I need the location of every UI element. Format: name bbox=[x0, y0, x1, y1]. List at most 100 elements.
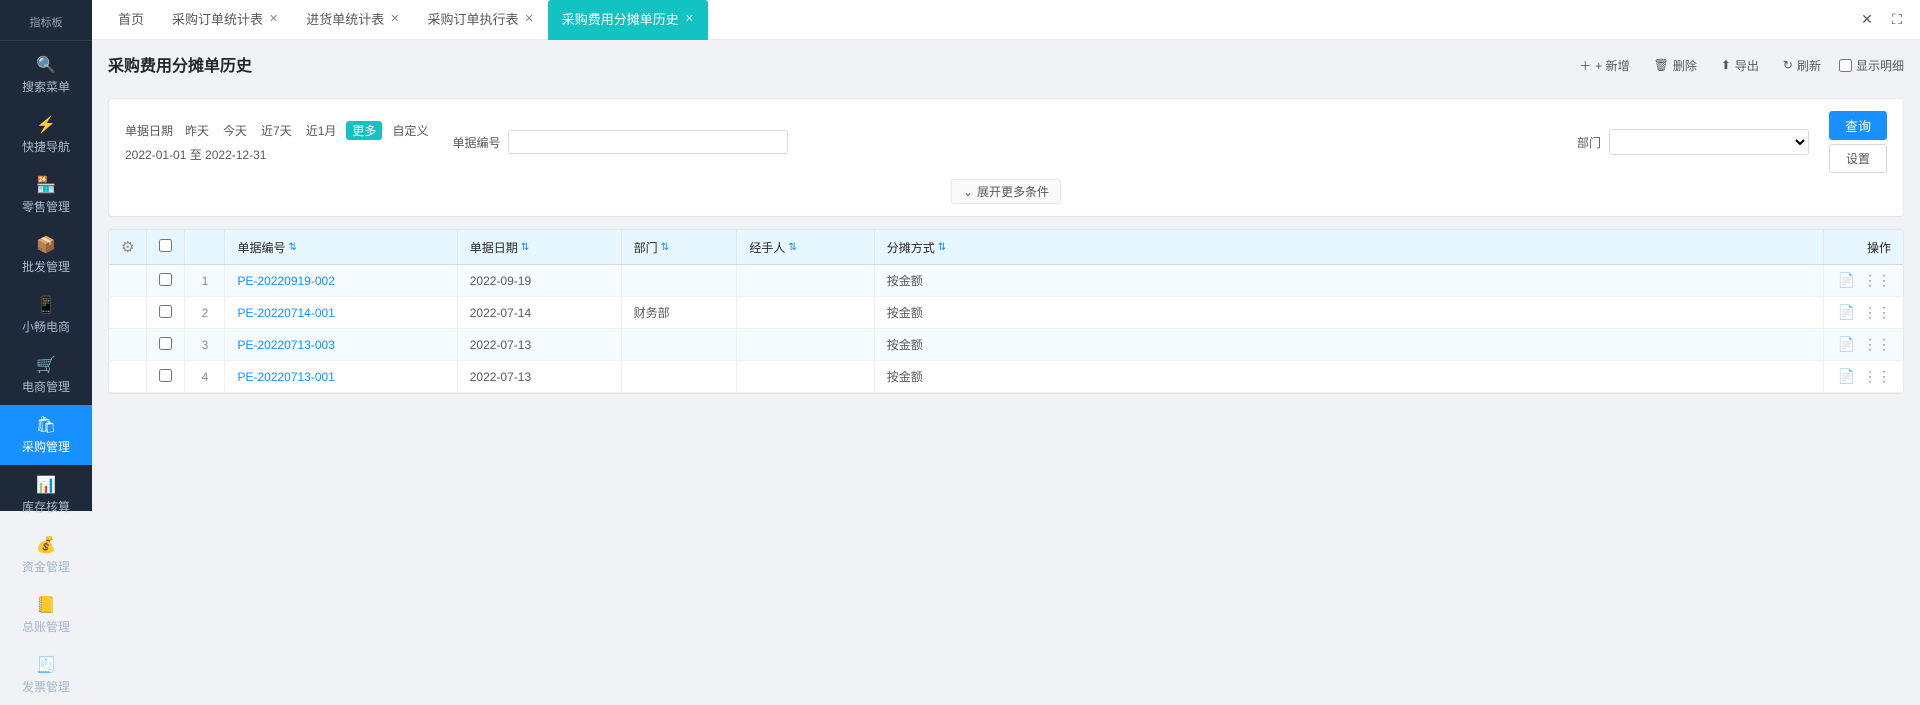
add-button[interactable]: ＋ + 新增 bbox=[1573, 53, 1635, 78]
view-icon[interactable]: 📄 bbox=[1838, 336, 1855, 353]
sidebar-item-label: 电商管理 bbox=[22, 378, 70, 395]
th-checkbox bbox=[147, 230, 185, 265]
query-button[interactable]: 查询 bbox=[1829, 111, 1887, 140]
row-checkbox[interactable] bbox=[159, 337, 172, 350]
row-checkbox-cell[interactable] bbox=[147, 361, 185, 393]
more-ops-icon[interactable]: ⋮⋮ bbox=[1863, 368, 1891, 385]
view-icon[interactable]: 📄 bbox=[1838, 304, 1855, 321]
view-icon[interactable]: 📄 bbox=[1838, 368, 1855, 385]
dept-select[interactable]: 财务部 bbox=[1609, 129, 1809, 155]
custom-date-btn[interactable]: 自定义 bbox=[388, 121, 432, 140]
tab-close-icon[interactable]: ✕ bbox=[269, 12, 278, 25]
table-row: 4 PE-20220713-001 2022-07-13 按金额 📄 ⋮⋮ bbox=[109, 361, 1903, 393]
main-area: 首页 采购订单统计表 ✕ 进货单统计表 ✕ 采购订单执行表 ✕ 采购费用分摊单历… bbox=[92, 0, 1920, 511]
tab-purchase-receipt-stats[interactable]: 进货单统计表 ✕ bbox=[292, 0, 413, 40]
tab-close-icon[interactable]: ✕ bbox=[390, 12, 399, 25]
sidebar-item-ecommerce[interactable]: 🛒 电商管理 bbox=[0, 345, 92, 405]
sidebar-item-mini-shop[interactable]: 📱 小畅电商 bbox=[0, 285, 92, 345]
more-ops-icon[interactable]: ⋮⋮ bbox=[1863, 336, 1891, 353]
sidebar-item-label: 搜索菜单 bbox=[22, 78, 70, 95]
tab-bar: 首页 采购订单统计表 ✕ 进货单统计表 ✕ 采购订单执行表 ✕ 采购费用分摊单历… bbox=[92, 0, 1920, 40]
tab-purchase-order-exec[interactable]: 采购订单执行表 ✕ bbox=[413, 0, 547, 40]
column-settings-icon[interactable]: ⚙ bbox=[121, 239, 134, 256]
sidebar-item-wholesale[interactable]: 📦 批发管理 bbox=[0, 225, 92, 285]
sidebar-item-finance[interactable]: 💰 资金管理 bbox=[0, 525, 92, 585]
yesterday-btn[interactable]: 昨天 bbox=[181, 121, 213, 140]
sidebar-item-invoice[interactable]: 🧾 发票管理 bbox=[0, 645, 92, 705]
add-icon: ＋ bbox=[1579, 57, 1591, 74]
sidebar-item-label: 采购管理 bbox=[22, 438, 70, 455]
th-doc-date-label: 单据日期 bbox=[470, 239, 518, 256]
th-doc-no-label: 单据编号 bbox=[237, 239, 285, 256]
fullscreen-button[interactable]: ⛶ bbox=[1886, 9, 1908, 31]
row-handler bbox=[737, 329, 874, 361]
row-dept: 财务部 bbox=[621, 297, 737, 329]
th-split-method-label: 分摊方式 bbox=[887, 239, 935, 256]
tab-purchase-order-stats[interactable]: 采购订单统计表 ✕ bbox=[158, 0, 292, 40]
row-checkbox[interactable] bbox=[159, 369, 172, 382]
row-number: 3 bbox=[185, 329, 225, 361]
display-cols-toggle[interactable]: 显示明细 bbox=[1839, 57, 1904, 74]
sidebar-item-label: 总账管理 bbox=[22, 618, 70, 635]
sidebar-item-search[interactable]: 🔍 搜索菜单 bbox=[0, 45, 92, 105]
export-button[interactable]: ⬆ 导出 bbox=[1715, 53, 1765, 78]
expand-filter-button[interactable]: ⌄ 展开更多条件 bbox=[951, 179, 1061, 204]
today-btn[interactable]: 今天 bbox=[219, 121, 251, 140]
sidebar-item-quick-nav[interactable]: ⚡ 快捷导航 bbox=[0, 105, 92, 165]
page-title: 采购费用分摊单历史 bbox=[108, 52, 252, 76]
sidebar-item-label: 小畅电商 bbox=[22, 318, 70, 335]
content-area: 采购费用分摊单历史 ＋ + 新增 🗑 删除 ⬆ 导出 ↻ 刷新 bbox=[92, 40, 1920, 511]
sort-icon: ⇅ bbox=[788, 242, 796, 253]
ecommerce-icon: 🛒 bbox=[36, 355, 56, 375]
row-ops-cell: 📄 ⋮⋮ bbox=[1823, 361, 1903, 393]
more-dates-btn[interactable]: 更多 bbox=[346, 121, 382, 140]
table-body: 1 PE-20220919-002 2022-09-19 按金额 📄 ⋮⋮ 2 … bbox=[109, 265, 1903, 393]
doc-no-input[interactable] bbox=[508, 130, 788, 154]
tab-home[interactable]: 首页 bbox=[104, 0, 158, 40]
display-cols-label: 显示明细 bbox=[1856, 57, 1904, 74]
sidebar-item-purchase[interactable]: 🛍 采购管理 bbox=[0, 405, 92, 465]
sidebar-item-inventory[interactable]: 📊 库存核算 bbox=[0, 465, 92, 525]
doc-no-link[interactable]: PE-20220714-001 bbox=[237, 306, 334, 320]
row-number: 4 bbox=[185, 361, 225, 393]
more-ops-icon[interactable]: ⋮⋮ bbox=[1863, 272, 1891, 289]
tab-close-icon[interactable]: ✕ bbox=[525, 12, 534, 25]
sidebar-item-ledger[interactable]: 📒 总账管理 bbox=[0, 585, 92, 645]
filter-row-1: 单据日期 昨天 今天 近7天 近1月 更多 自定义 2022-01-01 至 2… bbox=[125, 111, 1887, 173]
close-all-tabs-button[interactable]: ✕ bbox=[1856, 9, 1878, 31]
last1month-btn[interactable]: 近1月 bbox=[302, 121, 341, 140]
doc-no-link[interactable]: PE-20220919-002 bbox=[237, 274, 334, 288]
setting-button[interactable]: 设置 bbox=[1829, 144, 1887, 173]
row-split-method: 按金额 bbox=[874, 265, 1823, 297]
row-split-method: 按金额 bbox=[874, 361, 1823, 393]
more-ops-icon[interactable]: ⋮⋮ bbox=[1863, 304, 1891, 321]
row-checkbox[interactable] bbox=[159, 273, 172, 286]
tab-label: 采购订单统计表 bbox=[172, 9, 263, 28]
row-checkbox-cell[interactable] bbox=[147, 329, 185, 361]
view-icon[interactable]: 📄 bbox=[1838, 272, 1855, 289]
display-cols-checkbox[interactable] bbox=[1839, 59, 1852, 72]
date-filter-label: 单据日期 bbox=[125, 122, 173, 139]
row-checkbox-cell[interactable] bbox=[147, 297, 185, 329]
row-gear-cell bbox=[109, 361, 147, 393]
delete-button[interactable]: 🗑 删除 bbox=[1648, 53, 1703, 78]
records-table: ⚙ 单据编号 ⇅ bbox=[109, 230, 1903, 393]
row-ops-cell: 📄 ⋮⋮ bbox=[1823, 265, 1903, 297]
row-doc-date: 2022-07-14 bbox=[457, 297, 621, 329]
tab-close-icon[interactable]: ✕ bbox=[685, 12, 694, 25]
tab-purchase-cost-split[interactable]: 采购费用分摊单历史 ✕ bbox=[548, 0, 708, 40]
refresh-button[interactable]: ↻ 刷新 bbox=[1777, 53, 1827, 78]
invoice-icon: 🧾 bbox=[36, 655, 56, 675]
sidebar-item-retail[interactable]: 🏪 零售管理 bbox=[0, 165, 92, 225]
row-checkbox[interactable] bbox=[159, 305, 172, 318]
row-doc-date: 2022-07-13 bbox=[457, 329, 621, 361]
row-checkbox-cell[interactable] bbox=[147, 265, 185, 297]
row-handler bbox=[737, 361, 874, 393]
row-doc-date: 2022-07-13 bbox=[457, 361, 621, 393]
row-dept bbox=[621, 329, 737, 361]
doc-no-link[interactable]: PE-20220713-003 bbox=[237, 338, 334, 352]
doc-no-link[interactable]: PE-20220713-001 bbox=[237, 370, 334, 384]
last7days-btn[interactable]: 近7天 bbox=[257, 121, 296, 140]
select-all-checkbox[interactable] bbox=[159, 239, 172, 252]
sidebar-item-label: 批发管理 bbox=[22, 258, 70, 275]
